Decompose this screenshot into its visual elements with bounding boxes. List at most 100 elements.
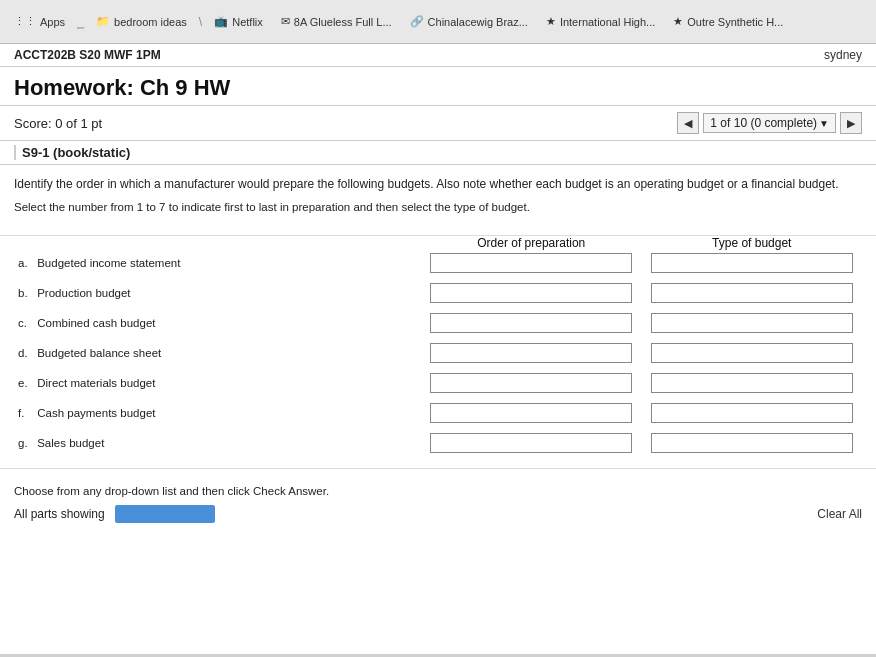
order-input[interactable] (430, 283, 632, 303)
table-row: c. Combined cash budget (14, 310, 862, 336)
all-parts-label: All parts showing (14, 507, 105, 521)
tab-separator-2: \ (199, 15, 202, 29)
title-section: Homework: Ch 9 HW (0, 67, 876, 106)
hw-title: Homework: Ch 9 HW (14, 75, 862, 101)
order-input-cell[interactable] (421, 250, 641, 276)
order-input-cell[interactable] (421, 310, 641, 336)
type-input[interactable] (651, 433, 853, 453)
all-parts-row: All parts showing Clear All (14, 505, 862, 523)
tab-international-high[interactable]: ★ International High... (540, 13, 661, 30)
table-row: d. Budgeted balance sheet (14, 340, 862, 366)
row-letter: e. (18, 377, 34, 389)
star-icon-1: ★ (546, 15, 556, 28)
apps-icon: ⋮⋮ (14, 15, 36, 28)
type-input-cell[interactable] (642, 430, 863, 456)
col-header-order: Order of preparation (421, 236, 641, 250)
progress-label: 1 of 10 (0 complete) (710, 116, 817, 130)
row-letter: g. (18, 437, 34, 449)
netflix-icon: 📺 (214, 15, 228, 28)
order-input[interactable] (430, 313, 632, 333)
table-row: g. Sales budget (14, 430, 862, 456)
row-label-cell: g. Sales budget (14, 430, 421, 456)
row-letter: d. (18, 347, 34, 359)
tab-chinalacewig[interactable]: 🔗 Chinalacewig Braz... (404, 13, 534, 30)
type-input-cell[interactable] (642, 400, 863, 426)
choose-text: Choose from any drop-down list and then … (14, 485, 862, 497)
row-label-cell: b. Production budget (14, 280, 421, 306)
table-row: a. Budgeted income statement (14, 250, 862, 276)
order-input-cell[interactable] (421, 370, 641, 396)
type-input-cell[interactable] (642, 310, 863, 336)
row-letter: b. (18, 287, 34, 299)
table-row: b. Production budget (14, 280, 862, 306)
table-row: e. Direct materials budget (14, 370, 862, 396)
order-input[interactable] (430, 373, 632, 393)
order-input-cell[interactable] (421, 430, 641, 456)
score-label: Score: 0 of 1 pt (14, 116, 102, 131)
problem-label-row: S9-1 (book/static) (0, 141, 876, 165)
row-text: Combined cash budget (37, 317, 155, 329)
score-nav-row: Score: 0 of 1 pt ◀ 1 of 10 (0 complete) … (0, 106, 876, 141)
question-section: Identify the order in which a manufactur… (0, 165, 876, 236)
order-input-cell[interactable] (421, 400, 641, 426)
row-label-cell: a. Budgeted income statement (14, 250, 421, 276)
row-text: Cash payments budget (37, 407, 155, 419)
nav-controls: ◀ 1 of 10 (0 complete) ▼ ▶ (677, 112, 862, 134)
browser-toolbar: ⋮⋮ Apps ⎯ 📁 bedroom ideas \ 📺 Netflix ✉ … (0, 0, 876, 44)
prev-button[interactable]: ◀ (677, 112, 699, 134)
order-input-cell[interactable] (421, 340, 641, 366)
row-text: Budgeted income statement (37, 257, 180, 269)
type-input[interactable] (651, 343, 853, 363)
row-letter: f. (18, 407, 34, 419)
question-text: Identify the order in which a manufactur… (14, 175, 862, 193)
type-input[interactable] (651, 373, 853, 393)
row-letter: c. (18, 317, 34, 329)
row-label-cell: c. Combined cash budget (14, 310, 421, 336)
folder-icon: 📁 (96, 15, 110, 28)
instruction-text: Select the number from 1 to 7 to indicat… (14, 201, 862, 213)
mail-icon: ✉ (281, 15, 290, 28)
type-input-cell[interactable] (642, 370, 863, 396)
type-input[interactable] (651, 313, 853, 333)
tab-8a-glueless[interactable]: ✉ 8A Glueless Full L... (275, 13, 398, 30)
order-input[interactable] (430, 433, 632, 453)
progress-dropdown[interactable]: 1 of 10 (0 complete) ▼ (703, 113, 836, 133)
course-code: ACCT202B S20 MWF 1PM (14, 48, 161, 62)
type-input[interactable] (651, 283, 853, 303)
col-header-label (14, 236, 421, 250)
problem-id: S9-1 (book/static) (14, 145, 130, 160)
user-name: sydney (824, 48, 862, 62)
row-label-cell: d. Budgeted balance sheet (14, 340, 421, 366)
type-input-cell[interactable] (642, 340, 863, 366)
order-input[interactable] (430, 403, 632, 423)
tab-bedroom-ideas[interactable]: 📁 bedroom ideas (90, 13, 193, 30)
tab-separator-1: ⎯ (77, 15, 84, 29)
top-bar: ACCT202B S20 MWF 1PM sydney (0, 44, 876, 67)
type-input[interactable] (651, 253, 853, 273)
clear-all-button[interactable]: Clear All (817, 507, 862, 521)
bottom-section: Choose from any drop-down list and then … (0, 468, 876, 531)
dropdown-arrow-icon: ▼ (819, 118, 829, 129)
table-row: f. Cash payments budget (14, 400, 862, 426)
tab-outre-synthetic[interactable]: ★ Outre Synthetic H... (667, 13, 789, 30)
page-icon: 🔗 (410, 15, 424, 28)
tab-netflix[interactable]: 📺 Netflix (208, 13, 269, 30)
next-button[interactable]: ▶ (840, 112, 862, 134)
row-label-cell: f. Cash payments budget (14, 400, 421, 426)
row-text: Sales budget (37, 437, 104, 449)
budget-table: Order of preparation Type of budget a. B… (14, 236, 862, 460)
order-input-cell[interactable] (421, 280, 641, 306)
type-input-cell[interactable] (642, 280, 863, 306)
tab-apps[interactable]: ⋮⋮ Apps (8, 13, 71, 30)
progress-bar (115, 505, 215, 523)
type-input[interactable] (651, 403, 853, 423)
order-input[interactable] (430, 343, 632, 363)
row-label-cell: e. Direct materials budget (14, 370, 421, 396)
budget-table-section: Order of preparation Type of budget a. B… (0, 236, 876, 468)
row-letter: a. (18, 257, 34, 269)
order-input[interactable] (430, 253, 632, 273)
star-icon-2: ★ (673, 15, 683, 28)
col-header-type: Type of budget (642, 236, 863, 250)
type-input-cell[interactable] (642, 250, 863, 276)
row-text: Production budget (37, 287, 130, 299)
